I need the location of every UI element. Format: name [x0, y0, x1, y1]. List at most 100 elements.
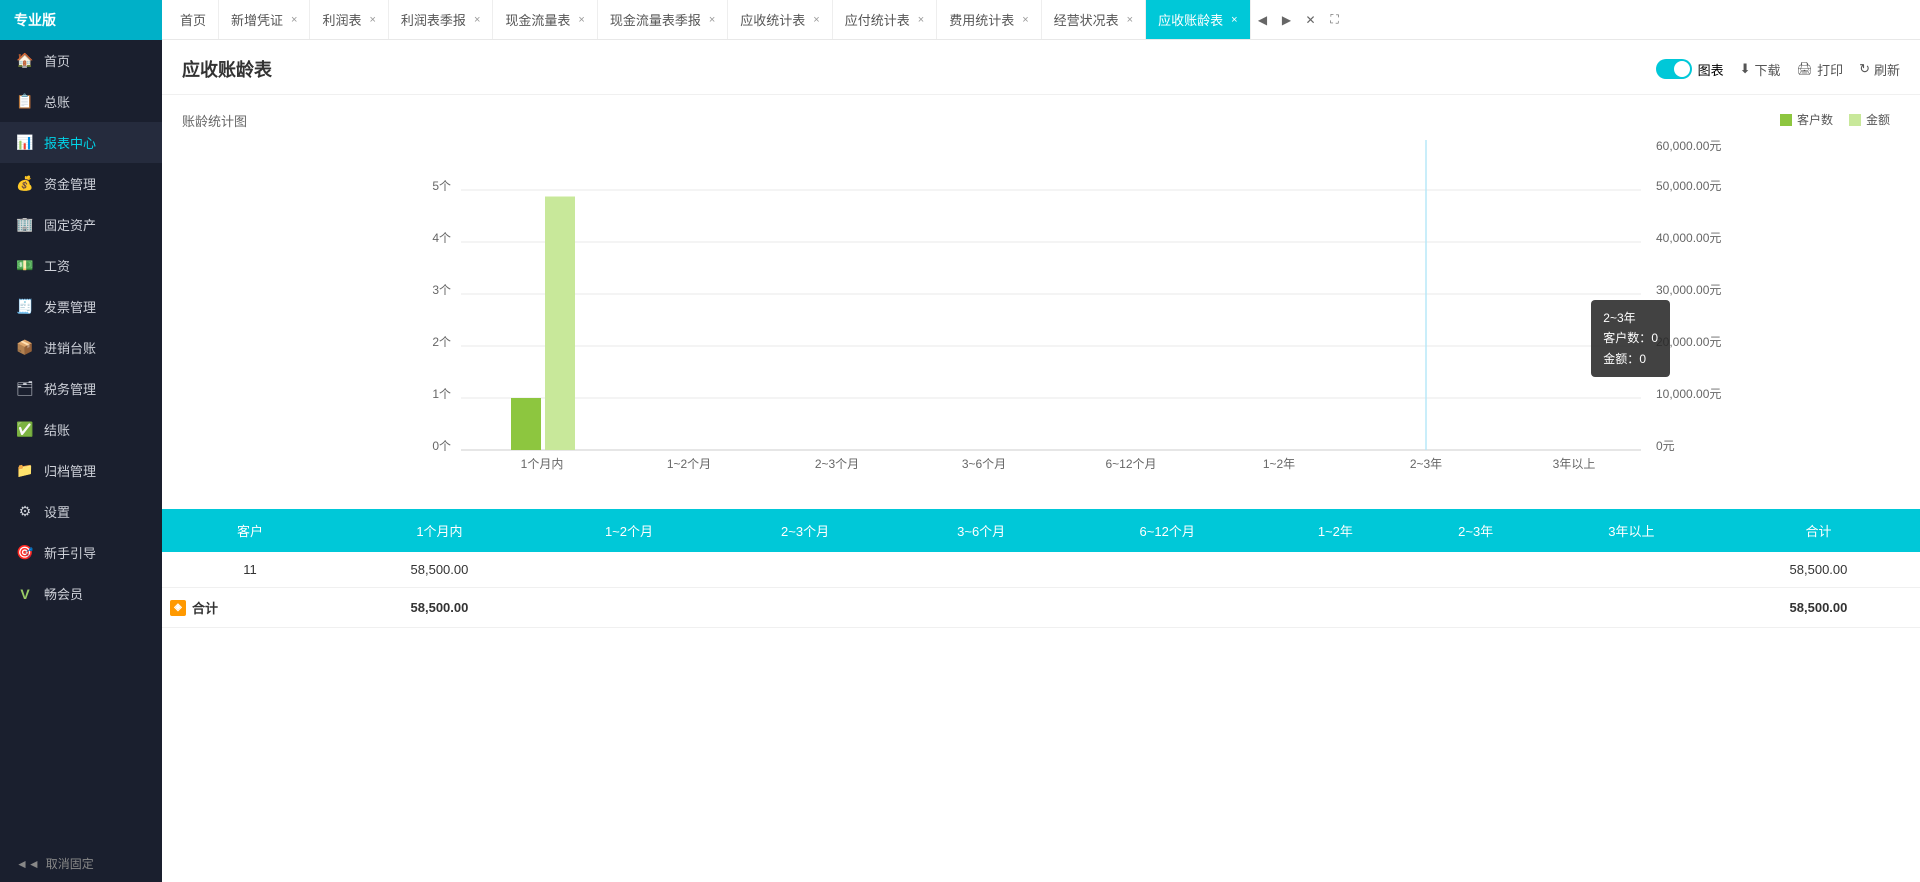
ar-aging-table: 客户 1个月内 1~2个月 2~3个月 3~6个月 6~12个月 1~2年 2~…	[162, 509, 1920, 628]
sidebar-item-stock[interactable]: 📦 进销台账	[0, 327, 162, 368]
col-12m: 1~2个月	[541, 509, 717, 552]
row-customer: 11	[162, 552, 338, 588]
toggle-label: 图表	[1698, 60, 1724, 79]
svg-text:6~12个月: 6~12个月	[1105, 457, 1156, 471]
tab-cashflow-close[interactable]: ×	[578, 14, 584, 26]
arrow-icon: ◄◄	[16, 857, 40, 871]
col-1m: 1个月内	[338, 509, 541, 552]
tab-ar-stat-close[interactable]: ×	[813, 14, 819, 26]
col-3plus: 3年以上	[1546, 509, 1717, 552]
svg-text:0个: 0个	[432, 439, 451, 453]
tab-ar-aging-close[interactable]: ×	[1231, 14, 1237, 26]
total-icon: ◈	[170, 600, 186, 616]
sidebar-item-capital[interactable]: 💰 资金管理	[0, 163, 162, 204]
tab-ap-stat[interactable]: 应付统计表 ×	[833, 0, 937, 40]
chart-toggle[interactable]: 图表	[1656, 59, 1724, 79]
sidebar-item-home[interactable]: 🏠 首页	[0, 40, 162, 81]
row-1m: 58,500.00	[338, 552, 541, 588]
tab-business-stat-close[interactable]: ×	[1127, 14, 1133, 26]
chart-legend: 客户数 金额	[1780, 111, 1890, 128]
svg-text:2个: 2个	[432, 335, 451, 349]
page-header: 应收账龄表 图表 ⬇ 下载 🖨 打印 ↻ 刷新	[162, 40, 1920, 95]
svg-text:2~3个月: 2~3个月	[815, 457, 859, 471]
refresh-btn[interactable]: ↻ 刷新	[1859, 60, 1900, 79]
sidebar-item-archive[interactable]: 📁 归档管理	[0, 450, 162, 491]
sidebar-item-guide[interactable]: 🎯 新手引导	[0, 532, 162, 573]
tab-bar: 首页 新增凭证 × 利润表 × 利润表季报 × 现金流量表 × 现金流量表季报 …	[162, 0, 1920, 40]
tax-icon: 🗂	[16, 380, 34, 397]
sidebar-item-tax[interactable]: 🗂 税务管理	[0, 368, 162, 409]
page-content: 应收账龄表 图表 ⬇ 下载 🖨 打印 ↻ 刷新	[162, 40, 1920, 882]
sidebar-unpin-btn[interactable]: ◄◄ 取消固定	[0, 845, 162, 882]
capital-icon: 💰	[16, 175, 34, 192]
col-customer: 客户	[162, 509, 338, 552]
tab-profit[interactable]: 利润表 ×	[310, 0, 388, 40]
row-23y	[1406, 552, 1546, 588]
sidebar-item-settle[interactable]: ✅ 结账	[0, 409, 162, 450]
assets-icon: 🏢	[16, 216, 34, 233]
tab-cashflow[interactable]: 现金流量表 ×	[493, 0, 597, 40]
print-btn[interactable]: 🖨 打印	[1797, 60, 1844, 79]
row-612m	[1069, 552, 1265, 588]
bar-1m-customers	[511, 398, 541, 450]
table-header-row: 客户 1个月内 1~2个月 2~3个月 3~6个月 6~12个月 1~2年 2~…	[162, 509, 1920, 552]
col-23y: 2~3年	[1406, 509, 1546, 552]
chart-svg: 0个 1个 2个 3个 4个 5个 0元 10,000.00元 20,000.0…	[192, 140, 1890, 480]
tab-close-all[interactable]: ✕	[1299, 5, 1323, 35]
refresh-icon: ↻	[1859, 61, 1870, 77]
sidebar-item-member[interactable]: V 畅会员	[0, 573, 162, 614]
bar-1m-amount	[545, 197, 575, 451]
sidebar-item-reports[interactable]: 📊 报表中心	[0, 122, 162, 163]
tab-expand[interactable]: ⛶	[1323, 5, 1347, 35]
tab-home[interactable]: 首页	[168, 0, 219, 40]
print-icon: 🖨	[1797, 61, 1814, 77]
guide-icon: 🎯	[16, 544, 34, 561]
ledger-icon: 📋	[16, 93, 34, 110]
toggle-track[interactable]	[1656, 59, 1692, 79]
row-12m	[541, 552, 717, 588]
tab-nav-left[interactable]: ◀	[1251, 5, 1275, 35]
tab-business-stat[interactable]: 经营状况表 ×	[1042, 0, 1146, 40]
sidebar-logo: 专业版	[0, 0, 162, 40]
tab-ap-stat-close[interactable]: ×	[918, 14, 924, 26]
legend-amount: 金额	[1849, 111, 1890, 128]
sidebar-item-assets[interactable]: 🏢 固定资产	[0, 204, 162, 245]
sidebar-item-ledger[interactable]: 📋 总账	[0, 81, 162, 122]
row-12y	[1265, 552, 1405, 588]
tab-profit-quarter[interactable]: 利润表季报 ×	[389, 0, 493, 40]
col-612m: 6~12个月	[1069, 509, 1265, 552]
download-btn[interactable]: ⬇ 下载	[1740, 60, 1781, 79]
col-36m: 3~6个月	[893, 509, 1069, 552]
svg-text:10,000.00元: 10,000.00元	[1656, 387, 1721, 401]
col-total: 合计	[1717, 509, 1920, 552]
table-row: 11 58,500.00 58,500.00	[162, 552, 1920, 588]
legend-customers: 客户数	[1780, 111, 1833, 128]
tab-voucher[interactable]: 新增凭证 ×	[219, 0, 310, 40]
row-total: 58,500.00	[1717, 552, 1920, 588]
total-amount: 58,500.00	[1717, 588, 1920, 628]
reports-icon: 📊	[16, 134, 34, 151]
svg-text:4个: 4个	[432, 231, 451, 245]
tab-cashflow-quarter[interactable]: 现金流量表季报 ×	[598, 0, 728, 40]
sidebar-item-settings[interactable]: ⚙ 设置	[0, 491, 162, 532]
tab-expense-stat[interactable]: 费用统计表 ×	[937, 0, 1041, 40]
tab-voucher-close[interactable]: ×	[291, 14, 297, 26]
total-label-cell: ◈ 合计	[162, 588, 338, 628]
row-3plus	[1546, 552, 1717, 588]
total-23y	[1406, 588, 1546, 628]
tab-cashflow-quarter-close[interactable]: ×	[709, 14, 715, 26]
tab-ar-aging[interactable]: 应收账龄表 ×	[1146, 0, 1250, 40]
tab-profit-quarter-close[interactable]: ×	[474, 14, 480, 26]
sidebar-item-invoice[interactable]: 🧾 发票管理	[0, 286, 162, 327]
total-612m	[1069, 588, 1265, 628]
page-actions: 图表 ⬇ 下载 🖨 打印 ↻ 刷新	[1656, 59, 1900, 79]
sidebar-item-payroll[interactable]: 💵 工资	[0, 245, 162, 286]
svg-text:30,000.00元: 30,000.00元	[1656, 283, 1721, 297]
main-content: 首页 新增凭证 × 利润表 × 利润表季报 × 现金流量表 × 现金流量表季报 …	[162, 0, 1920, 882]
tab-expense-stat-close[interactable]: ×	[1022, 14, 1028, 26]
download-icon: ⬇	[1740, 61, 1751, 77]
tab-profit-close[interactable]: ×	[369, 14, 375, 26]
tab-ar-stat[interactable]: 应收统计表 ×	[728, 0, 832, 40]
svg-text:1个: 1个	[432, 387, 451, 401]
tab-nav-right[interactable]: ▶	[1275, 5, 1299, 35]
